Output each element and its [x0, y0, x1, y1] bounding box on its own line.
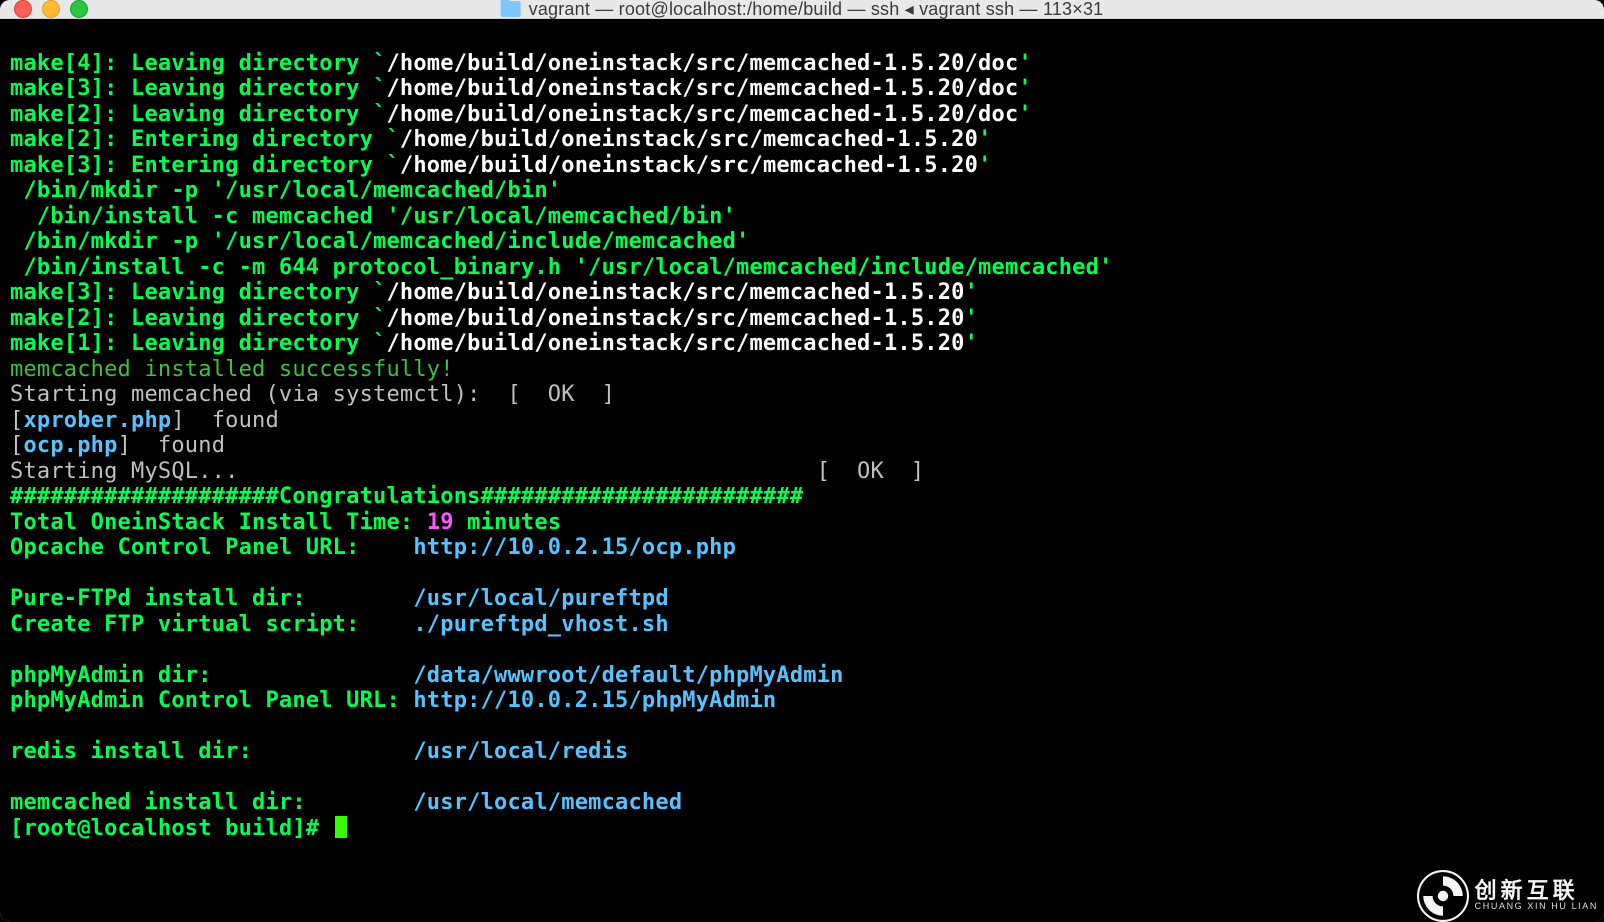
term-line-22: Pure-FTPd install dir: /usr/local/pureft…: [10, 586, 669, 611]
term-line-10: make[3]: Leaving directory `/home/build/…: [10, 280, 978, 305]
term-line-1: make[4]: Leaving directory `/home/build/…: [10, 51, 1032, 76]
close-icon[interactable]: [14, 0, 32, 18]
zoom-icon[interactable]: [70, 0, 88, 18]
term-line-14: Starting memcached (via systemctl): [ OK…: [10, 382, 615, 407]
terminal-body[interactable]: make[4]: Leaving directory `/home/build/…: [0, 19, 1604, 922]
term-line-23: Create FTP virtual script: ./pureftpd_vh…: [10, 612, 669, 637]
term-line-15: [xprober.php] found: [10, 408, 279, 433]
window-title: vagrant — root@localhost:/home/build — s…: [501, 0, 1104, 20]
term-line-30: memcached install dir: /usr/local/memcac…: [10, 790, 682, 815]
term-line-12: make[1]: Leaving directory `/home/build/…: [10, 331, 978, 356]
folder-icon: [501, 1, 521, 17]
term-line-8: /bin/mkdir -p '/usr/local/memcached/incl…: [10, 229, 749, 254]
watermark-text: 创新互联 CHUANG XIN HU LIAN: [1475, 880, 1598, 911]
term-line-19: Total OneinStack Install Time: 19 minute…: [10, 510, 561, 535]
term-line-18: ####################Congratulations#####…: [10, 484, 803, 509]
term-line-3: make[2]: Leaving directory `/home/build/…: [10, 102, 1032, 127]
window-title-text: vagrant — root@localhost:/home/build — s…: [529, 0, 1104, 20]
terminal-window: vagrant — root@localhost:/home/build — s…: [0, 0, 1604, 922]
traffic-lights: [14, 0, 88, 18]
term-line-17: Starting MySQL... [ OK ]: [10, 459, 924, 484]
term-line-9: /bin/install -c -m 644 protocol_binary.h…: [10, 255, 1113, 280]
logo-icon: [1417, 870, 1469, 922]
shell-prompt[interactable]: [root@localhost build]#: [10, 816, 347, 841]
minimize-icon[interactable]: [42, 0, 60, 18]
term-line-16: [ocp.php] found: [10, 433, 225, 458]
term-line-7: /bin/install -c memcached '/usr/local/me…: [10, 204, 736, 229]
term-line-26: phpMyAdmin Control Panel URL: http://10.…: [10, 688, 776, 713]
term-line-20: Opcache Control Panel URL: http://10.0.2…: [10, 535, 736, 560]
cursor-icon: [335, 816, 347, 838]
titlebar: vagrant — root@localhost:/home/build — s…: [0, 0, 1604, 19]
term-line-11: make[2]: Leaving directory `/home/build/…: [10, 306, 978, 331]
term-line-2: make[3]: Leaving directory `/home/build/…: [10, 76, 1032, 101]
watermark-logo: 创新互联 CHUANG XIN HU LIAN: [1417, 870, 1598, 922]
term-line-25: phpMyAdmin dir: /data/wwwroot/default/ph…: [10, 663, 844, 688]
term-line-4: make[2]: Entering directory `/home/build…: [10, 127, 992, 152]
term-line-13: memcached installed successfully!: [10, 357, 454, 382]
term-line-6: /bin/mkdir -p '/usr/local/memcached/bin': [10, 178, 561, 203]
term-line-28: redis install dir: /usr/local/redis: [10, 739, 628, 764]
term-line-5: make[3]: Entering directory `/home/build…: [10, 153, 992, 178]
